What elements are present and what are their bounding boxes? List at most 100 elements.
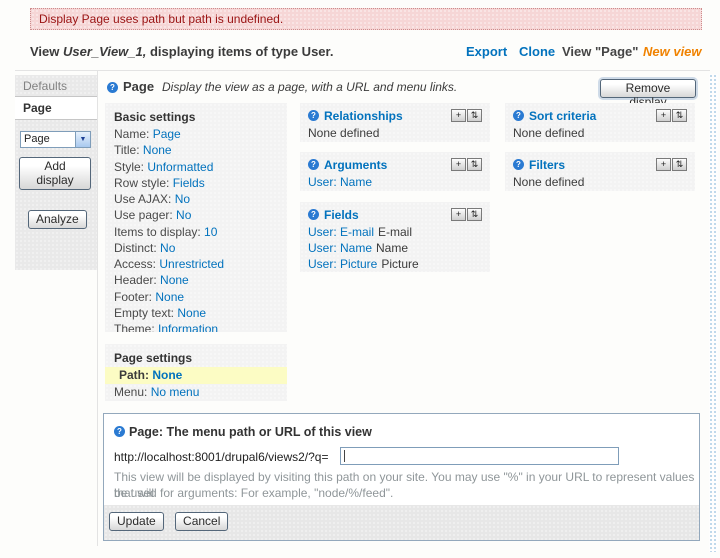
setting-value-link[interactable]: No — [175, 192, 190, 206]
field-item: User: E-mail E-mail — [308, 224, 482, 240]
error-message: Display Page uses path but path is undef… — [30, 8, 702, 30]
form-title: ? Page: The menu path or URL of this view — [114, 425, 372, 439]
field-item-link[interactable]: User: Picture — [308, 257, 377, 271]
setting-label: Header: — [114, 273, 157, 288]
help-icon[interactable]: ? — [107, 82, 118, 93]
header-divider — [15, 70, 710, 71]
relationships-box: ? Relationships + ⇅ None defined — [300, 103, 490, 142]
arguments-title-link[interactable]: Arguments — [324, 158, 387, 172]
rearrange-icon[interactable]: ⇅ — [672, 109, 687, 122]
field-item-label: Name — [376, 241, 409, 255]
filters-box: ? Filters + ⇅ None defined — [505, 152, 695, 191]
sort-criteria-box: ? Sort criteria + ⇅ None defined — [505, 103, 695, 142]
relationships-title-link[interactable]: Relationships — [324, 109, 403, 123]
help-icon[interactable]: ? — [114, 426, 125, 438]
setting-label: Menu: — [114, 385, 148, 399]
rearrange-icon[interactable]: ⇅ — [672, 158, 687, 171]
setting-label: Theme: — [114, 322, 155, 332]
setting-value-link[interactable]: None — [177, 306, 206, 320]
relationships-empty-text: None defined — [308, 126, 380, 140]
setting-row: Items to display: 10 — [114, 224, 278, 240]
setting-row: Theme: Information — [114, 321, 278, 332]
help-icon[interactable]: ? — [513, 159, 524, 170]
setting-value-link[interactable]: No — [160, 241, 175, 255]
filters-empty-text: None defined — [513, 175, 585, 189]
basic-settings-title: Basic settings — [114, 110, 196, 124]
setting-value-link[interactable]: Fields — [173, 176, 205, 190]
setting-row: Use pager: No — [114, 207, 278, 223]
setting-value-link[interactable]: 10 — [204, 225, 217, 239]
setting-value-link[interactable]: Unrestricted — [159, 257, 224, 271]
setting-label: Use pager: — [114, 208, 173, 223]
rearrange-icon[interactable]: ⇅ — [467, 158, 482, 171]
setting-value-link[interactable]: No — [176, 208, 191, 222]
cancel-button[interactable]: Cancel — [175, 512, 229, 531]
setting-value-link[interactable]: Information — [158, 322, 218, 332]
setting-value-link[interactable]: None — [155, 290, 184, 304]
add-icon[interactable]: + — [451, 158, 466, 171]
fields-box: ? Fields + ⇅ User: E-mail E-mail User: Na… — [300, 202, 490, 272]
setting-value-link[interactable]: None — [160, 273, 189, 287]
rearrange-icon[interactable]: ⇅ — [467, 109, 482, 122]
tab-defaults[interactable]: Defaults — [15, 75, 97, 97]
help-icon[interactable]: ? — [308, 159, 319, 170]
analyze-button[interactable]: Analyze — [28, 210, 87, 229]
add-display-button[interactable]: Add display — [19, 157, 91, 190]
help-icon[interactable]: ? — [308, 110, 319, 121]
view-page-link[interactable]: View "Page" — [562, 44, 638, 59]
menu-setting-row: Menu: No menu — [105, 384, 287, 401]
setting-label: Use AJAX: — [114, 192, 172, 206]
menu-value-link[interactable]: No menu — [151, 385, 200, 399]
field-item-link[interactable]: User: Name — [308, 241, 372, 255]
add-icon[interactable]: + — [656, 109, 671, 122]
path-settings-form: ? Page: The menu path or URL of this view… — [103, 413, 700, 541]
setting-row: Row style: Fields — [114, 175, 278, 191]
form-title-text: Page: The menu path or URL of this view — [129, 425, 372, 439]
setting-row: Footer: None — [114, 289, 278, 305]
update-button[interactable]: Update — [109, 512, 164, 531]
setting-row: Header: None — [114, 272, 278, 288]
add-icon[interactable]: + — [451, 109, 466, 122]
tab-page[interactable]: Page — [15, 97, 97, 120]
path-input[interactable] — [340, 447, 619, 465]
display-title: Page — [123, 79, 155, 94]
chevron-down-icon[interactable]: ▼ — [75, 132, 90, 147]
page-settings-title: Page settings — [114, 351, 193, 365]
fields-title-link[interactable]: Fields — [324, 208, 359, 222]
argument-item-link[interactable]: User: Name — [308, 175, 372, 189]
field-item-link[interactable]: User: E-mail — [308, 225, 374, 239]
form-buttons-bar: Update Cancel — [104, 505, 699, 540]
view-summary-suffix: displaying items of type User. — [146, 44, 334, 59]
help-icon[interactable]: ? — [513, 110, 524, 121]
help-icon[interactable]: ? — [308, 209, 319, 220]
page-background-pattern — [709, 74, 718, 552]
setting-label: Footer: — [114, 289, 153, 304]
sort-criteria-empty-text: None defined — [513, 126, 585, 140]
sort-criteria-title-link[interactable]: Sort criteria — [529, 109, 596, 123]
filters-title-link[interactable]: Filters — [529, 158, 565, 172]
setting-value-link[interactable]: None — [143, 143, 172, 157]
setting-label: Access: — [114, 257, 157, 271]
path-value-link[interactable]: None — [152, 368, 182, 382]
remove-display-button[interactable]: Remove display — [600, 79, 696, 109]
setting-value-link[interactable]: Page — [153, 127, 181, 141]
view-name: User_View_1, — [63, 44, 147, 59]
export-link[interactable]: Export — [466, 44, 507, 59]
setting-label: Empty text: — [114, 305, 175, 320]
setting-value-link[interactable]: Unformatted — [147, 160, 213, 174]
setting-row: Use AJAX: No — [114, 191, 278, 207]
text-caret — [344, 450, 345, 462]
setting-label: Items to display: — [114, 224, 201, 239]
setting-row: Access: Unrestricted — [114, 256, 278, 272]
rearrange-icon[interactable]: ⇅ — [467, 208, 482, 221]
setting-label: Row style: — [114, 175, 170, 190]
new-view-link[interactable]: New view — [643, 44, 702, 59]
setting-row: Distinct: No — [114, 240, 278, 256]
add-icon[interactable]: + — [451, 208, 466, 221]
add-icon[interactable]: + — [656, 158, 671, 171]
basic-settings-box: Basic settings Name: Page Title: None St… — [105, 103, 287, 332]
display-type-select[interactable]: Page ▼ — [20, 131, 91, 148]
clone-link[interactable]: Clone — [519, 44, 555, 59]
field-item: User: Picture Picture — [308, 256, 482, 272]
setting-label: Distinct: — [114, 240, 157, 255]
